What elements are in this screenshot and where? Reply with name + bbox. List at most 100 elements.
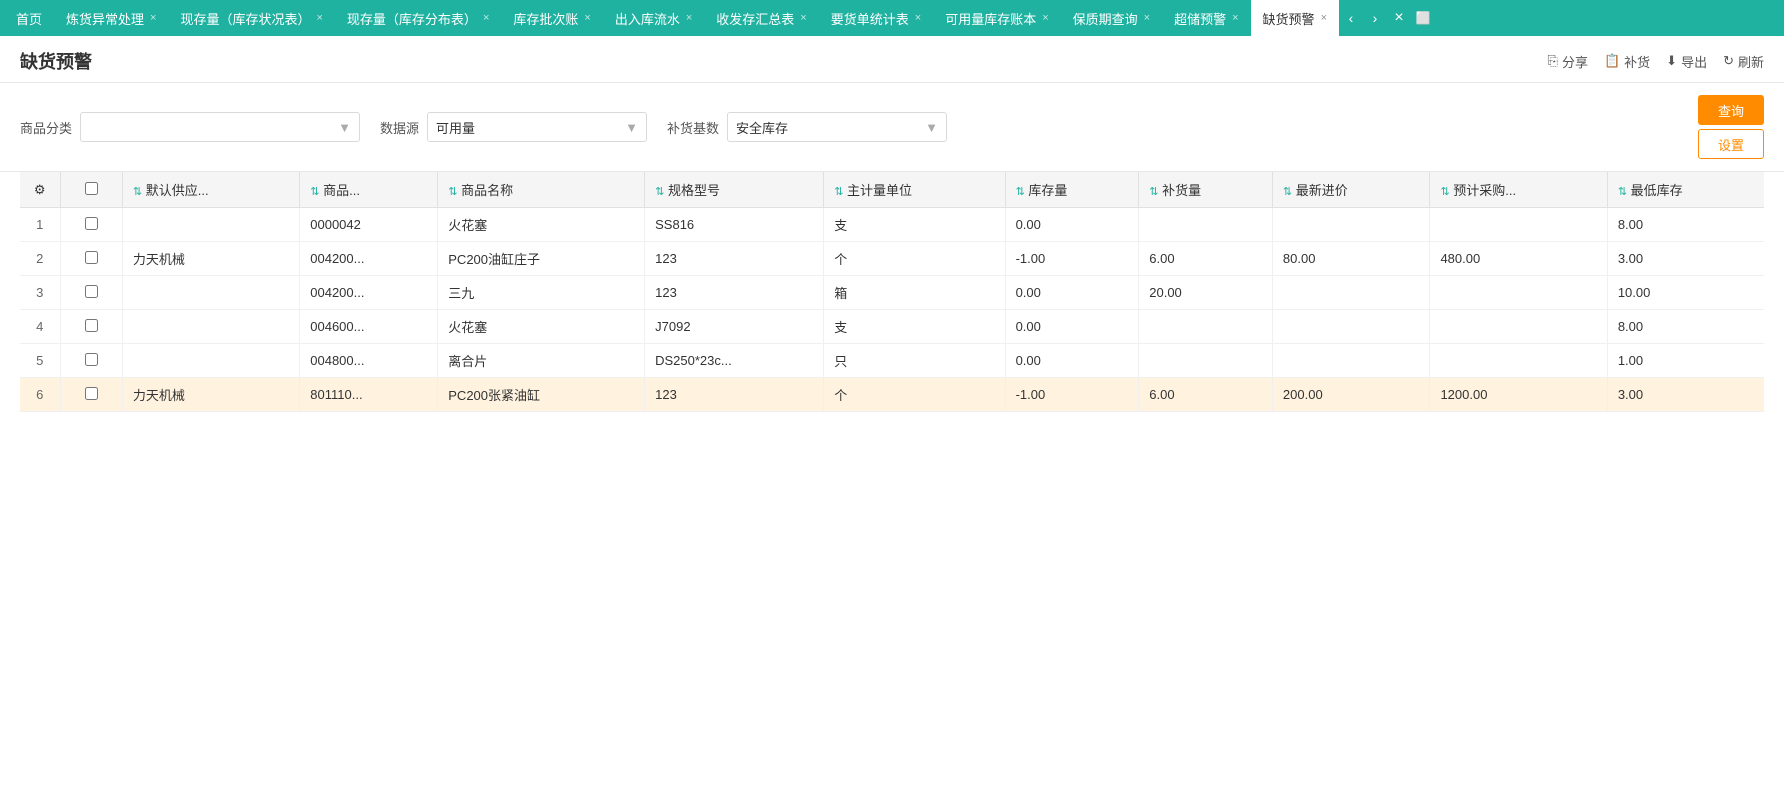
tab-9[interactable]: 保质期查询 × [1061,0,1162,36]
tab-close-5[interactable]: × [686,12,692,24]
share-action[interactable]: ⎘ 分享 [1548,52,1588,71]
tab-next-btn[interactable]: › [1363,6,1387,30]
row-num: 5 [20,344,60,378]
table-row[interactable]: 10000042火花塞SS816支0.008.00 [20,208,1764,242]
page-title: 缺货预警 [20,48,92,74]
unit: 只 [824,344,1005,378]
tab-4[interactable]: 库存批次账 × [501,0,602,36]
commodity-name: 火花塞 [438,310,645,344]
export-action[interactable]: ⬇ 导出 [1666,52,1707,71]
col-replenish-qty[interactable]: ⇅ 补货量 [1139,172,1273,208]
query-button[interactable]: 查询 [1698,95,1764,125]
min-stock: 3.00 [1607,242,1764,276]
col-spec-model[interactable]: ⇅ 规格型号 [645,172,824,208]
tab-close-8[interactable]: × [1042,12,1048,24]
tab-bar: 首页 炼货异常处理 × 现存量（库存状况表） × 现存量（库存分布表） × 库存… [0,0,1784,36]
col-commodity-name[interactable]: ⇅ 商品名称 [438,172,645,208]
default-supplier [122,344,299,378]
window-restore-btn[interactable]: ⬜ [1411,6,1435,30]
col-estimated-purchase[interactable]: ⇅ 预计采购... [1430,172,1607,208]
chevron-down-icon-2: ▼ [625,120,638,135]
tab-prev-btn[interactable]: ‹ [1339,6,1363,30]
tab-home[interactable]: 首页 [4,0,54,36]
tab-close-2[interactable]: × [316,12,322,24]
tab-3[interactable]: 现存量（库存分布表） × [335,0,501,36]
tab-5[interactable]: 出入库流水 × [603,0,704,36]
row-num: 4 [20,310,60,344]
col-settings[interactable]: ⚙ [20,172,60,208]
col-checkbox[interactable] [60,172,122,208]
replenish-qty: 20.00 [1139,276,1273,310]
tab-close-4[interactable]: × [584,12,590,24]
stock-qty: 0.00 [1005,208,1139,242]
replenish-action[interactable]: 📋 补货 [1604,52,1650,71]
row-check[interactable] [85,353,98,366]
commodity-name: 三九 [438,276,645,310]
commodity-code: 004800... [300,344,438,378]
tab-1[interactable]: 炼货异常处理 × [54,0,168,36]
stock-qty: 0.00 [1005,276,1139,310]
chevron-down-icon: ▼ [338,120,351,135]
col-commodity-code[interactable]: ⇅ 商品... [300,172,438,208]
refresh-action[interactable]: ↻ 刷新 [1723,52,1764,71]
row-check[interactable] [85,285,98,298]
row-check[interactable] [85,217,98,230]
spec-model: J7092 [645,310,824,344]
select-all-checkbox[interactable] [85,182,98,195]
table-row[interactable]: 6力天机械801110...PC200张紧油缸123个-1.006.00200.… [20,378,1764,412]
unit: 个 [824,242,1005,276]
estimated-purchase: 1200.00 [1430,378,1607,412]
col-latest-price[interactable]: ⇅ 最新进价 [1272,172,1430,208]
main-content: 缺货预警 ⎘ 分享 📋 补货 ⬇ 导出 ↻ 刷新 商品分类 [0,36,1784,796]
tab-7[interactable]: 要货单统计表 × [819,0,933,36]
commodity-category-filter: 商品分类 ▼ [20,112,360,142]
row-check[interactable] [85,387,98,400]
col-default-supplier[interactable]: ⇅ 默认供应... [122,172,299,208]
tab-close-1[interactable]: × [150,12,156,24]
tab-close-11[interactable]: × [1321,12,1327,24]
table-row[interactable]: 2力天机械004200...PC200油缸庄子123个-1.006.0080.0… [20,242,1764,276]
filter-bar: 商品分类 ▼ 数据源 可用量 ▼ 补货基数 安全库存 ▼ 查询 设置 [0,83,1784,172]
commodity-category-label: 商品分类 [20,118,72,137]
window-close-btn[interactable]: × [1387,6,1411,30]
tab-11[interactable]: 缺货预警 × [1251,0,1339,36]
commodity-code: 801110... [300,378,438,412]
sort-icon-6: ⇅ [1016,186,1025,198]
data-table: ⚙ ⇅ 默认供应... ⇅ 商品... ⇅ 商品名称 [20,172,1764,412]
tab-2[interactable]: 现存量（库存状况表） × [168,0,334,36]
row-num: 1 [20,208,60,242]
min-stock: 10.00 [1607,276,1764,310]
tab-6[interactable]: 收发存汇总表 × [704,0,818,36]
tab-close-10[interactable]: × [1232,12,1238,24]
tab-close-3[interactable]: × [483,12,489,24]
stock-qty: -1.00 [1005,378,1139,412]
estimated-purchase [1430,344,1607,378]
tab-10[interactable]: 超储预警 × [1162,0,1250,36]
col-unit[interactable]: ⇅ 主计量单位 [824,172,1005,208]
row-check[interactable] [85,319,98,332]
sort-icon-5: ⇅ [834,186,843,198]
min-stock: 3.00 [1607,378,1764,412]
data-source-filter: 数据源 可用量 ▼ [380,112,647,142]
table-row[interactable]: 4004600...火花塞J7092支0.008.00 [20,310,1764,344]
col-min-stock[interactable]: ⇅ 最低库存 [1607,172,1764,208]
tab-close-9[interactable]: × [1144,12,1150,24]
row-check[interactable] [85,251,98,264]
stock-qty: 0.00 [1005,344,1139,378]
col-stock-qty[interactable]: ⇅ 库存量 [1005,172,1139,208]
tab-close-7[interactable]: × [915,12,921,24]
settings-gear-icon: ⚙ [34,182,46,197]
commodity-category-select[interactable]: ▼ [80,112,360,142]
replenish-base-label: 补货基数 [667,118,719,137]
tab-close-6[interactable]: × [800,12,806,24]
tab-8[interactable]: 可用量库存账本 × [933,0,1060,36]
table-row[interactable]: 3004200...三九123箱0.0020.0010.00 [20,276,1764,310]
settings-button[interactable]: 设置 [1698,129,1764,159]
latest-price: 200.00 [1272,378,1430,412]
sort-icon-8: ⇅ [1283,186,1292,198]
table-row[interactable]: 5004800...离合片DS250*23c...只0.001.00 [20,344,1764,378]
min-stock: 1.00 [1607,344,1764,378]
row-checkbox [60,242,122,276]
replenish-base-select[interactable]: 安全库存 ▼ [727,112,947,142]
data-source-select[interactable]: 可用量 ▼ [427,112,647,142]
